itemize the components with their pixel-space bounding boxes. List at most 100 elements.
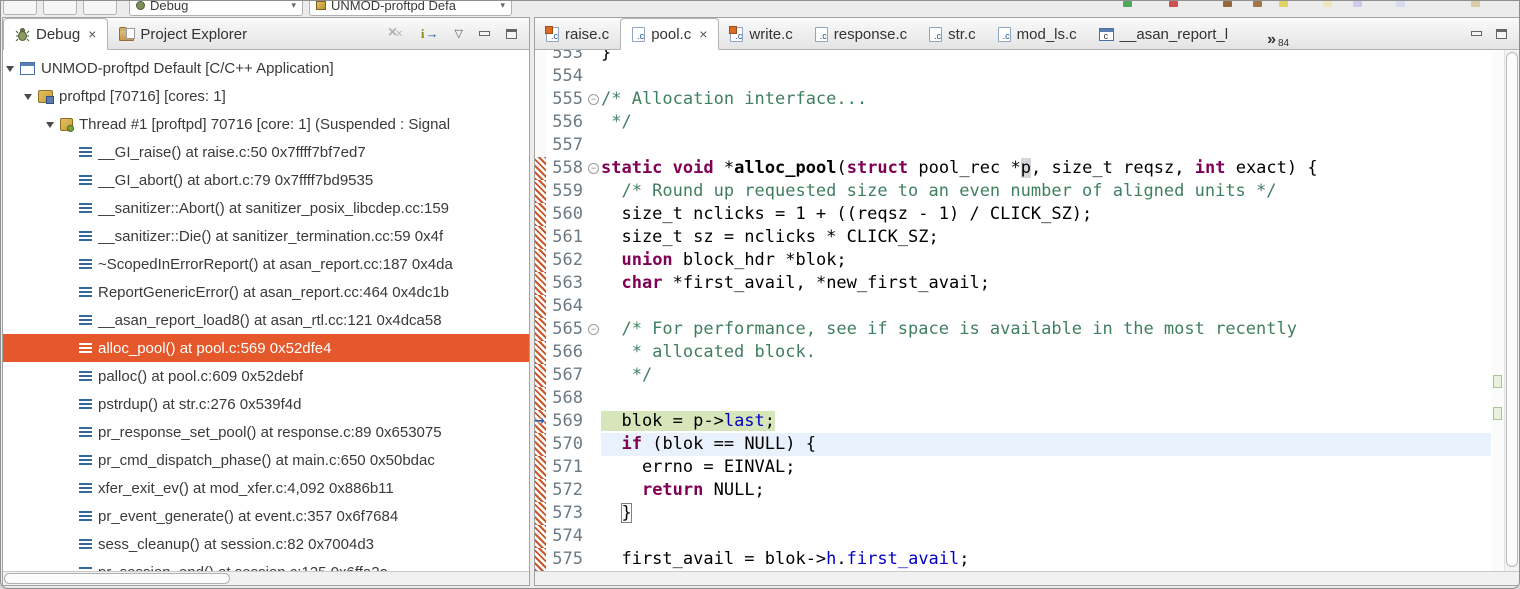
- tree-row[interactable]: Thread #1 [proftpd] 70716 [core: 1] (Sus…: [3, 110, 529, 138]
- code-text[interactable]: }: [601, 50, 1491, 65]
- code-text[interactable]: [601, 387, 1491, 410]
- instruction-stepping-icon[interactable]: i →: [421, 26, 439, 42]
- code-text[interactable]: char *first_avail, *new_first_avail;: [601, 272, 1491, 295]
- tree-row[interactable]: pstrdup() at str.c:276 0x539f4d: [3, 390, 529, 418]
- code-token: ;: [764, 411, 776, 431]
- code-token: size_t sz = nclicks * CLICK_SZ;: [601, 227, 939, 247]
- editor-tab-mod-ls-c[interactable]: .c mod_ls.c: [987, 20, 1088, 49]
- code-text[interactable]: */: [601, 364, 1491, 387]
- debug-view-toolbar: × × i → ▽: [388, 18, 529, 49]
- editor-tab--asan-report-l[interactable]: c __asan_report_l: [1088, 20, 1239, 49]
- code-text[interactable]: union block_hdr *blok;: [601, 249, 1491, 272]
- tree-row[interactable]: pr_response_set_pool() at response.c:89 …: [3, 418, 529, 446]
- tree-row[interactable]: pr_cmd_dispatch_phase() at main.c:650 0x…: [3, 446, 529, 474]
- view-menu-icon[interactable]: ▽: [455, 27, 463, 40]
- code-text[interactable]: */: [601, 111, 1491, 134]
- tree-row[interactable]: __GI_abort() at abort.c:79 0x7ffff7bd953…: [3, 166, 529, 194]
- toolbar-button[interactable]: [83, 1, 117, 15]
- code-text[interactable]: first_avail = blok->h.first_avail;: [601, 548, 1491, 571]
- code-token: /* Allocation interface...: [601, 89, 868, 109]
- tree-row[interactable]: __sanitizer::Abort() at sanitizer_posix_…: [3, 194, 529, 222]
- code-text[interactable]: static void *alloc_pool(struct pool_rec …: [601, 157, 1491, 180]
- editor-horizontal-scrollbar[interactable]: [535, 571, 1519, 585]
- expander-arrow-icon[interactable]: [46, 121, 54, 132]
- code-text[interactable]: size_t nclicks = 1 + ((reqsz - 1) / CLIC…: [601, 203, 1491, 226]
- scrollbar-thumb[interactable]: [1506, 52, 1518, 567]
- tree-row[interactable]: sess_cleanup() at session.c:82 0x7004d3: [3, 530, 529, 558]
- occurrence-mark[interactable]: [1493, 375, 1502, 388]
- launch-config-combo[interactable]: UNMOD-proftpd Defa ▾: [309, 1, 512, 16]
- code-token: return: [641, 480, 704, 500]
- editor-tab-label: raise.c: [565, 26, 610, 43]
- perspective-combo[interactable]: Debug ▾: [129, 1, 303, 16]
- code-line: 557: [535, 134, 1519, 157]
- tree-row[interactable]: pr_event_generate() at event.c:357 0x6f7…: [3, 502, 529, 530]
- tree-row[interactable]: __sanitizer::Die() at sanitizer_terminat…: [3, 222, 529, 250]
- close-icon[interactable]: ×: [699, 27, 707, 41]
- editor-tab-write-c[interactable]: .c write.c: [719, 20, 803, 49]
- code-text[interactable]: /* Round up requested size to an even nu…: [601, 180, 1491, 203]
- close-icon[interactable]: ×: [88, 27, 96, 41]
- code-text[interactable]: [601, 295, 1491, 318]
- tree-row[interactable]: proftpd [70716] [cores: 1]: [3, 82, 529, 110]
- code-text[interactable]: /* Allocation interface...: [601, 88, 1491, 111]
- tab-debug[interactable]: Debug ×: [3, 18, 109, 50]
- collapse-icon[interactable]: −: [588, 163, 599, 174]
- debug-horizontal-scrollbar[interactable]: [3, 571, 529, 585]
- code-text[interactable]: [601, 525, 1491, 548]
- tree-row[interactable]: pr_session_end() at session.c:125 0x6ffa…: [3, 558, 529, 571]
- vertical-scrollbar[interactable]: [1504, 50, 1519, 571]
- code-text[interactable]: [601, 134, 1491, 157]
- tree-row-label: alloc_pool() at pool.c:569 0x52dfe4: [98, 339, 332, 357]
- line-number: 573: [552, 503, 583, 523]
- tree-row[interactable]: ~ScopedInErrorReport() at asan_report.cc…: [3, 250, 529, 278]
- code-text[interactable]: size_t sz = nclicks * CLICK_SZ;: [601, 226, 1491, 249]
- tree-row[interactable]: UNMOD-proftpd Default [C/C++ Application…: [3, 54, 529, 82]
- collapse-icon[interactable]: −: [588, 324, 599, 335]
- function-range-indicator: [535, 364, 546, 387]
- code-text[interactable]: errno = EINVAL;: [601, 456, 1491, 479]
- minimize-icon[interactable]: [1471, 31, 1482, 36]
- tree-row[interactable]: ReportGenericError() at asan_report.cc:4…: [3, 278, 529, 306]
- expander-arrow-icon[interactable]: [24, 93, 32, 104]
- stack-frame-row-selected[interactable]: alloc_pool() at pool.c:569 0x52dfe4: [3, 334, 529, 362]
- code-text[interactable]: [601, 65, 1491, 88]
- stack-frame-icon: [79, 202, 92, 214]
- tab-project-explorer[interactable]: Project Explorer: [108, 20, 258, 49]
- current-instruction-highlight: blok = p->last;: [601, 411, 776, 431]
- editor-tab-pool-c[interactable]: .c pool.c ×: [620, 18, 720, 50]
- fold-column: [586, 548, 601, 571]
- function-range-indicator: [535, 295, 546, 318]
- tree-row[interactable]: __GI_raise() at raise.c:50 0x7ffff7bf7ed…: [3, 138, 529, 166]
- tree-row[interactable]: palloc() at pool.c:609 0x52debf: [3, 362, 529, 390]
- collapse-icon[interactable]: −: [588, 94, 599, 105]
- code-text[interactable]: * allocated block.: [601, 341, 1491, 364]
- code-text[interactable]: }: [601, 502, 1491, 525]
- code-text[interactable]: blok = p->last;: [601, 410, 1491, 433]
- remove-all-terminated-icon[interactable]: × ×: [388, 24, 405, 41]
- scrollbar-thumb[interactable]: [4, 573, 230, 584]
- toolbar-button[interactable]: [43, 1, 77, 15]
- editor-tab-response-c[interactable]: .c response.c: [804, 20, 918, 49]
- minimize-icon[interactable]: [479, 31, 490, 36]
- code-line: 553}: [535, 50, 1519, 65]
- maximize-icon[interactable]: [506, 28, 517, 39]
- code-text[interactable]: /* For performance, see if space is avai…: [601, 318, 1491, 341]
- tree-row[interactable]: xfer_exit_ev() at mod_xfer.c:4,092 0x886…: [3, 474, 529, 502]
- occurrence-mark[interactable]: [1493, 407, 1502, 420]
- expander-arrow-icon[interactable]: [6, 65, 14, 76]
- code-text[interactable]: if (blok == NULL) {: [601, 433, 1491, 456]
- code-editor[interactable]: 553} 554 555−/* Allocation interface... 556…: [535, 50, 1519, 571]
- maximize-icon[interactable]: [1496, 28, 1507, 39]
- code-text[interactable]: return NULL;: [601, 479, 1491, 502]
- editor-tab-raise-c[interactable]: .c raise.c: [535, 20, 620, 49]
- code-line: → 569 blok = p->last;: [535, 410, 1519, 433]
- stack-frame-icon: [79, 174, 92, 186]
- editor-tab-str-c[interactable]: .c str.c: [918, 20, 987, 49]
- overview-ruler[interactable]: [1492, 50, 1504, 571]
- tree-row[interactable]: __asan_report_load8() at asan_rtl.cc:121…: [3, 306, 529, 334]
- toolbar-button[interactable]: [3, 1, 37, 15]
- code-token: */: [601, 365, 653, 385]
- tab-overflow-indicator[interactable]: » 84: [1267, 31, 1289, 49]
